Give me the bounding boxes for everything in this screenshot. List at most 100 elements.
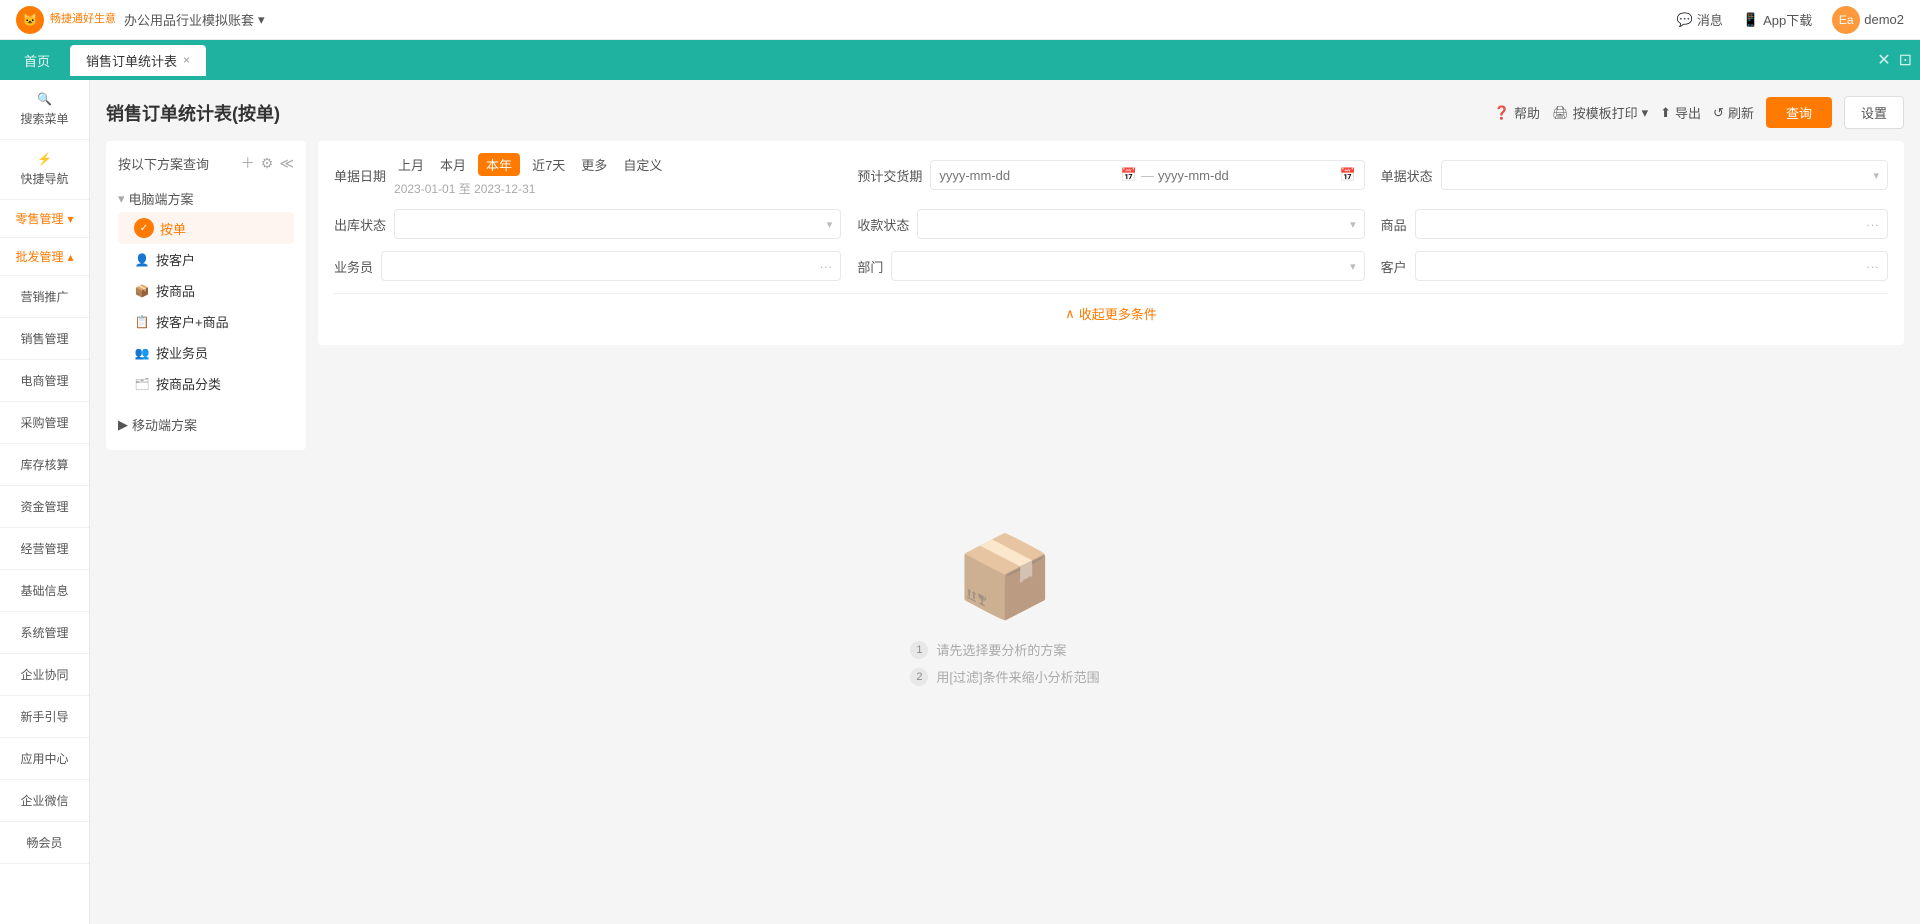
expected-date-start[interactable] bbox=[939, 168, 1116, 183]
payment-status-wrapper[interactable]: ▾ bbox=[917, 209, 1364, 239]
sidebar-item-basic[interactable]: 基础信息 bbox=[0, 570, 89, 612]
page-content: 销售订单统计表(按单) ❓ 帮助 🖨 按模板打印 ▾ ⬆ 导出 bbox=[90, 80, 1920, 782]
tip-num-2: 2 bbox=[910, 668, 928, 686]
date-sep: — bbox=[1141, 168, 1154, 183]
empty-tip-1: 1 请先选择要分析的方案 bbox=[910, 640, 1099, 659]
user-area[interactable]: Ea demo2 bbox=[1832, 6, 1904, 34]
doc-status-arrow[interactable]: ▾ bbox=[1865, 169, 1887, 182]
filter-row-1: 单据日期 上月 本月 本年 近7天 更多 自定义 20 bbox=[334, 153, 1888, 197]
purchase-label: 采购管理 bbox=[20, 414, 68, 431]
search-icon: 🔍 bbox=[37, 92, 52, 106]
finance-label: 资金管理 bbox=[20, 498, 68, 515]
logo-text: 畅捷通好生意 bbox=[50, 13, 116, 26]
doc-status-select-wrapper[interactable]: ▾ bbox=[1441, 160, 1888, 190]
sidebar-item-quicknav[interactable]: ⚡ 快捷导航 bbox=[0, 140, 89, 200]
sidebar-item-operations[interactable]: 经营管理 bbox=[0, 528, 89, 570]
customer-wrapper[interactable]: ··· bbox=[1415, 251, 1888, 281]
empty-state: 📦 1 请先选择要分析的方案 2 用[过滤]条件来缩小分析范围 bbox=[106, 450, 1904, 766]
department-wrapper[interactable]: ▾ bbox=[891, 251, 1364, 281]
shortcut-7days[interactable]: 近7天 bbox=[528, 153, 569, 176]
system-label: 系统管理 bbox=[20, 624, 68, 641]
scheme-item-by-customer-goods[interactable]: 📋 按客户+商品 bbox=[118, 306, 294, 337]
scheme-label-by-staff: 按业务员 bbox=[156, 343, 208, 362]
tab-close-icon[interactable]: × bbox=[183, 53, 190, 67]
scheme-item-by-order[interactable]: ✓ 按单 bbox=[118, 212, 294, 244]
sidebar-item-retail[interactable]: 零售管理 ▾ bbox=[0, 200, 89, 238]
corp-label: 企业协同 bbox=[20, 666, 68, 683]
collapse-bar[interactable]: ∧ 收起更多条件 bbox=[334, 293, 1888, 333]
tab-sales-order[interactable]: 销售订单统计表 × bbox=[70, 45, 206, 76]
by-staff-icon: 👥 bbox=[134, 345, 150, 361]
sidebar-item-marketing[interactable]: 营销推广 bbox=[0, 276, 89, 318]
tab-home[interactable]: 首页 bbox=[8, 45, 66, 76]
sales-label: 销售管理 bbox=[20, 330, 68, 347]
payment-status-arrow[interactable]: ▾ bbox=[1342, 218, 1364, 231]
message-action[interactable]: 💬 消息 bbox=[1677, 10, 1723, 29]
user-avatar: Ea bbox=[1832, 6, 1860, 34]
scheme-item-by-staff[interactable]: 👥 按业务员 bbox=[118, 337, 294, 368]
window-maximize-icon[interactable]: ⊡ bbox=[1899, 50, 1912, 70]
salesperson-label: 业务员 bbox=[334, 257, 373, 276]
company-dropdown-icon[interactable]: ▾ bbox=[258, 12, 265, 28]
collapse-scheme-icon[interactable]: ≪ bbox=[279, 155, 294, 172]
product-wrapper[interactable]: ··· bbox=[1415, 209, 1888, 239]
shortcut-last-month[interactable]: 上月 bbox=[394, 153, 428, 176]
template-print-button[interactable]: 🖨 按模板打印 ▾ bbox=[1552, 103, 1648, 122]
desktop-scheme-label: 电脑端方案 bbox=[129, 189, 194, 208]
shortcut-more[interactable]: 更多 bbox=[577, 153, 611, 176]
tip-num-1: 1 bbox=[910, 641, 928, 659]
desktop-scheme-header[interactable]: ▾ 电脑端方案 bbox=[118, 185, 294, 212]
sidebar-item-corp[interactable]: 企业协同 bbox=[0, 654, 89, 696]
settings-scheme-icon[interactable]: ⚙ bbox=[261, 155, 274, 172]
shortcut-custom[interactable]: 自定义 bbox=[619, 153, 666, 176]
sidebar-item-appstore[interactable]: 应用中心 bbox=[0, 738, 89, 780]
scheme-item-by-customer[interactable]: 👤 按客户 bbox=[118, 244, 294, 275]
sidebar-item-ecommerce[interactable]: 电商管理 bbox=[0, 360, 89, 402]
sidebar-item-inventory[interactable]: 库存核算 bbox=[0, 444, 89, 486]
help-label: 帮助 bbox=[1514, 103, 1540, 122]
sidebar-item-vip[interactable]: 畅会员 bbox=[0, 822, 89, 864]
delivery-status-wrapper[interactable]: ▾ bbox=[394, 209, 841, 239]
salesperson-more-icon[interactable]: ··· bbox=[811, 259, 840, 274]
sidebar-item-guide[interactable]: 新手引导 bbox=[0, 696, 89, 738]
product-value bbox=[1416, 219, 1858, 229]
calendar-start-icon[interactable]: 📅 bbox=[1121, 167, 1137, 183]
basic-label: 基础信息 bbox=[20, 582, 68, 599]
help-button[interactable]: ❓ 帮助 bbox=[1494, 103, 1540, 122]
scheme-item-by-goods[interactable]: 📦 按商品 bbox=[118, 275, 294, 306]
sidebar-item-finance[interactable]: 资金管理 bbox=[0, 486, 89, 528]
shortcut-this-month[interactable]: 本月 bbox=[436, 153, 470, 176]
expected-date-end[interactable] bbox=[1158, 168, 1335, 183]
mobile-scheme-header[interactable]: ▶ 移动端方案 bbox=[118, 411, 294, 438]
salesperson-wrapper[interactable]: ··· bbox=[381, 251, 841, 281]
retail-arrow-icon: ▾ bbox=[67, 212, 73, 226]
department-value bbox=[892, 261, 1342, 271]
product-more-icon[interactable]: ··· bbox=[1858, 217, 1887, 232]
sidebar-item-wholesale[interactable]: 批发管理 ▴ bbox=[0, 238, 89, 276]
sidebar-item-wechat[interactable]: 企业微信 bbox=[0, 780, 89, 822]
query-button[interactable]: 查询 bbox=[1766, 97, 1832, 128]
settings-button[interactable]: 设置 bbox=[1844, 96, 1904, 129]
delivery-status-arrow[interactable]: ▾ bbox=[819, 218, 841, 231]
company-selector[interactable]: 办公用品行业模拟账套 ▾ bbox=[124, 10, 265, 29]
export-button[interactable]: ⬆ 导出 bbox=[1660, 103, 1701, 122]
app-download-action[interactable]: 📱 App下载 bbox=[1743, 10, 1812, 29]
sidebar-item-sales[interactable]: 销售管理 bbox=[0, 318, 89, 360]
refresh-button[interactable]: ↺ 刷新 bbox=[1713, 103, 1754, 122]
sidebar-item-system[interactable]: 系统管理 bbox=[0, 612, 89, 654]
expected-date-range[interactable]: 📅 — 📅 bbox=[930, 160, 1364, 190]
filter-field-expected-date: 预计交货期 📅 — 📅 bbox=[857, 160, 1364, 190]
scheme-item-by-category[interactable]: 🗂 按商品分类 bbox=[118, 368, 294, 399]
sidebar-item-purchase[interactable]: 采购管理 bbox=[0, 402, 89, 444]
inventory-label: 库存核算 bbox=[20, 456, 68, 473]
sidebar-item-search[interactable]: 🔍 搜索菜单 bbox=[0, 80, 89, 140]
department-arrow[interactable]: ▾ bbox=[1342, 260, 1364, 273]
calendar-end-icon[interactable]: 📅 bbox=[1339, 167, 1355, 183]
customer-more-icon[interactable]: ··· bbox=[1858, 259, 1887, 274]
add-scheme-icon[interactable]: ＋ bbox=[241, 153, 255, 173]
by-customer-icon: 👤 bbox=[134, 252, 150, 268]
window-close-icon[interactable]: ✕ bbox=[1877, 50, 1890, 70]
scheme-label-by-category: 按商品分类 bbox=[156, 374, 221, 393]
tab-bar: 首页 销售订单统计表 × ✕ ⊡ bbox=[0, 40, 1920, 80]
shortcut-this-year[interactable]: 本年 bbox=[478, 153, 520, 176]
